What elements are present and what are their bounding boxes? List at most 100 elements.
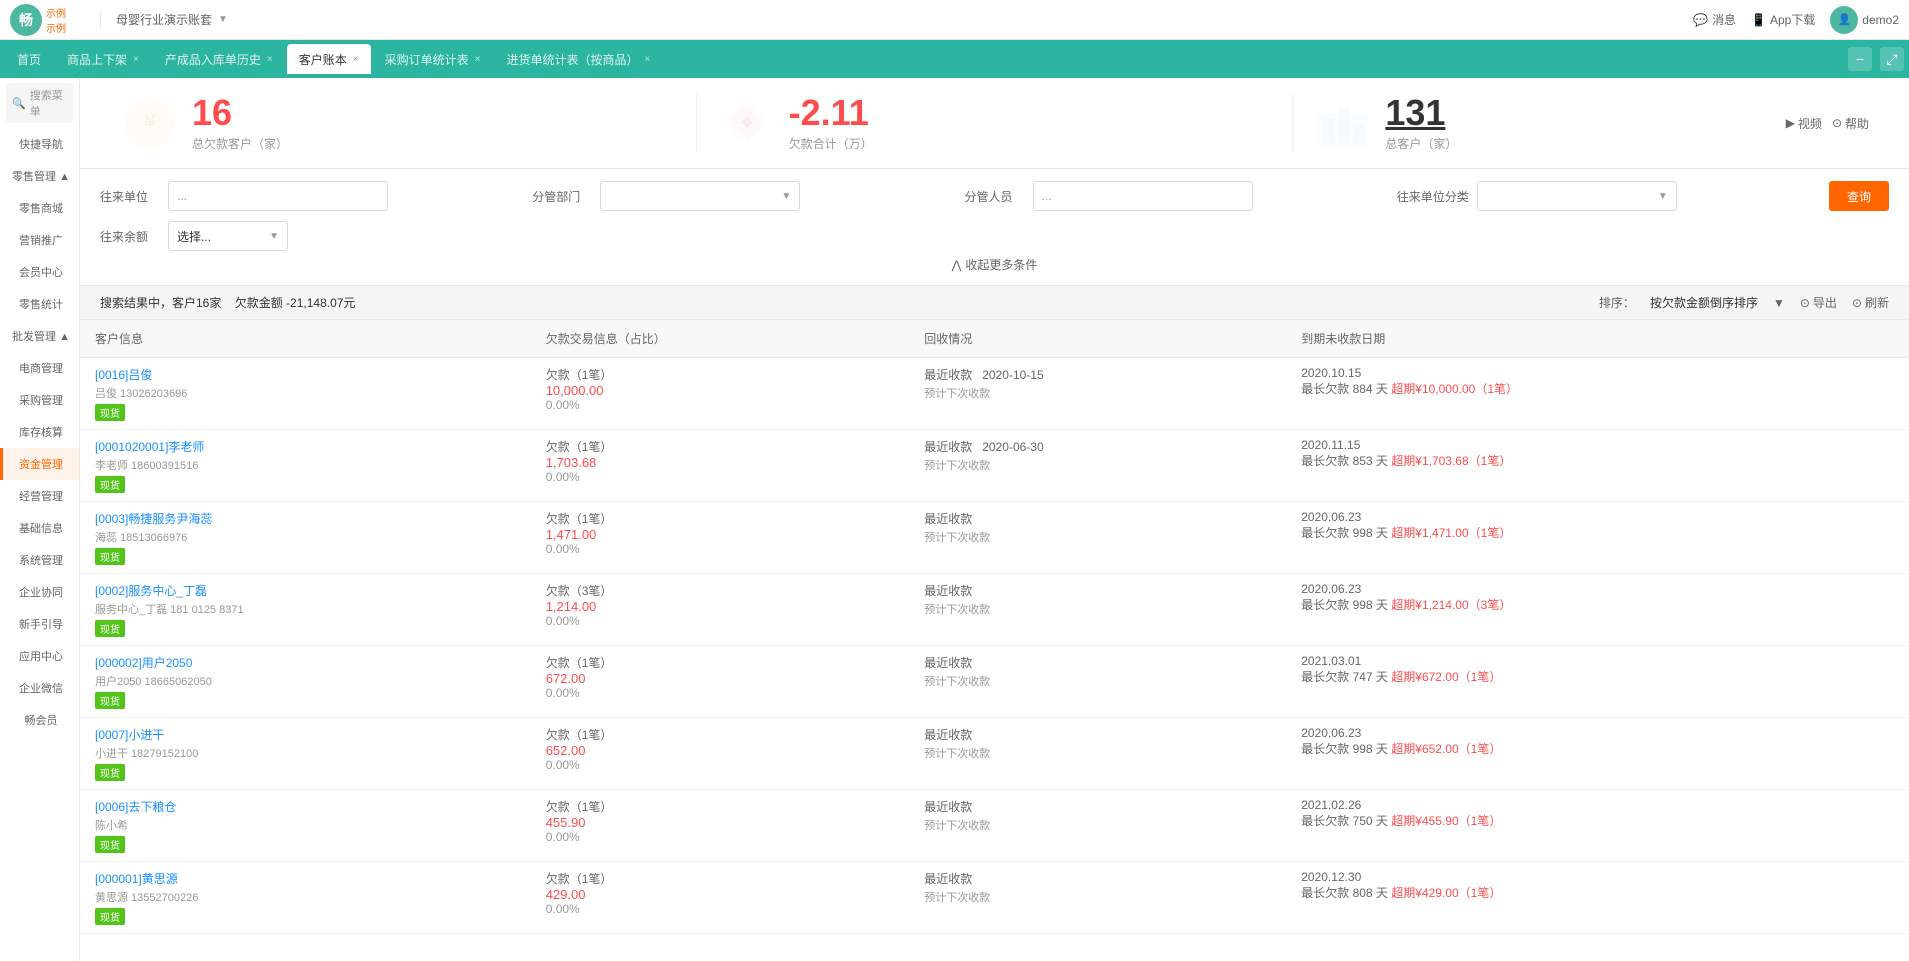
debt-percent-5: 0.00% [546, 758, 895, 772]
logo-icon: 畅 [10, 4, 42, 36]
sidebar-item-changhuy[interactable]: 畅会员 [0, 704, 79, 736]
overdue-link-4[interactable]: 超期¥672.00（1笔） [1391, 670, 1501, 684]
filter-wanglai-dots: ... [177, 189, 187, 203]
refresh-label: 刷新 [1865, 294, 1889, 311]
overdue-link-2[interactable]: 超期¥1,471.00（1笔） [1391, 526, 1511, 540]
tab-bar: 首页 商品上下架 × 产成品入库单历史 × 客户账本 × 采购订单统计表 × 进… [0, 40, 1909, 78]
customer-name-5[interactable]: [0007]小进干 [95, 726, 516, 743]
sidebar-item-qiyewx[interactable]: 企业微信 [0, 672, 79, 704]
filter-wanglai-input[interactable]: ... [168, 181, 388, 211]
overdue-link-3[interactable]: 超期¥1,214.00（3笔） [1391, 598, 1511, 612]
tab-home[interactable]: 首页 [5, 44, 53, 74]
sidebar-item-lingsht[interactable]: 零售统计 [0, 288, 79, 320]
refresh-btn[interactable]: ⊙ 刷新 [1852, 294, 1889, 311]
overdue-link-1[interactable]: 超期¥1,703.68（1笔） [1391, 454, 1511, 468]
filter-balance-arrow: ▼ [269, 231, 279, 242]
sidebar-item-yingxiao[interactable]: 营销推广 [0, 224, 79, 256]
filter-category-input[interactable]: ▼ [1477, 181, 1677, 211]
sidebar-item-jingying[interactable]: 经营管理 [0, 480, 79, 512]
tab-chanpin[interactable]: 产成品入库单历史 × [153, 44, 285, 74]
customer-name-0[interactable]: [0016]吕俊 [95, 366, 516, 383]
search-btn[interactable]: 查询 [1829, 181, 1889, 211]
overdue-link-6[interactable]: 超期¥455.90（1笔） [1391, 814, 1501, 828]
overdue-link-0[interactable]: 超期¥10,000.00（1笔） [1391, 382, 1518, 396]
help-btn[interactable]: ⊙ 帮助 [1832, 115, 1869, 132]
sidebar-item-jichu[interactable]: 基础信息 [0, 512, 79, 544]
customer-name-2[interactable]: [0003]畅捷服务尹海蕊 [95, 510, 516, 527]
sidebar-search[interactable]: 🔍 搜索菜单 [6, 83, 73, 123]
store-arrow: ▼ [218, 14, 228, 25]
tab-jinhuo[interactable]: 进货单统计表（按商品） × [494, 44, 662, 74]
recovery-next-0: 预计下次收款 [924, 385, 1271, 401]
sidebar-item-pifag[interactable]: 批发管理 ▲ [0, 320, 79, 352]
table-row: [0002]服务中心_丁磊 服务中心_丁磊 181 0125 8371 现货 欠… [80, 574, 1909, 646]
sort-arrow-icon: ▼ [1773, 296, 1785, 310]
table-container: 客户信息 欠款交易信息（占比） 回收情况 到期未收款日期 [0016]吕俊 吕俊… [80, 320, 1909, 961]
tab-maximize-btn[interactable]: ⤢ [1880, 47, 1904, 71]
user-avatar-area[interactable]: 👤 demo2 [1830, 6, 1899, 34]
filter-category: 往来单位分类 ▼ [1397, 181, 1814, 211]
view-btn[interactable]: ▶ 视频 [1786, 115, 1822, 132]
sidebar-item-kucun[interactable]: 库存核算 [0, 416, 79, 448]
tab-chanpin-close[interactable]: × [267, 54, 273, 65]
stat-number-2: -2.11 [789, 95, 873, 131]
logo-text: 示例示例 [46, 5, 66, 35]
sidebar-item-xinshou[interactable]: 新手引导 [0, 608, 79, 640]
recovery-last-3: 最近收款 [924, 582, 1271, 599]
store-selector[interactable]: 母婴行业演示账套 ▼ [100, 11, 1693, 28]
stat-card-3: 131 总客户（家） ▶ 视频 ⊙ 帮助 [1293, 93, 1889, 153]
avatar: 👤 [1830, 6, 1858, 34]
export-icon: ⊙ [1800, 296, 1810, 310]
tab-kehu-close[interactable]: × [353, 54, 359, 65]
customer-name-1[interactable]: [0001020001]李老师 [95, 438, 516, 455]
export-btn[interactable]: ⊙ 导出 [1800, 294, 1837, 311]
table-row: [0003]畅捷服务尹海蕊 海蕊 18513066976 现货 欠款（1笔） 1… [80, 502, 1909, 574]
col-duedate: 到期未收款日期 [1286, 320, 1909, 358]
cell-customer-6: [0006]去下粮仓 陈小希 现货 [80, 790, 531, 862]
sidebar-pifag-label: 批发管理 ▲ [12, 331, 70, 343]
filter-person-label: 分管人员 [965, 188, 1025, 205]
tab-minimize-btn[interactable]: − [1848, 47, 1872, 71]
main-table: 客户信息 欠款交易信息（占比） 回收情况 到期未收款日期 [0016]吕俊 吕俊… [80, 320, 1909, 934]
customer-name-4[interactable]: [000002]用户2050 [95, 654, 516, 671]
sidebar-item-dianshang[interactable]: 电商管理 [0, 352, 79, 384]
tab-caigou-close[interactable]: × [475, 54, 481, 65]
overdue-link-5[interactable]: 超期¥652.00（1笔） [1391, 742, 1501, 756]
customer-contact-0: 吕俊 13026203696 [95, 385, 516, 401]
app-download-btn[interactable]: 📱 App下载 [1751, 11, 1815, 28]
customer-contact-7: 黄思源 13552700226 [95, 889, 516, 905]
filter-dept-input[interactable]: ▼ [600, 181, 800, 211]
sidebar-item-xitong[interactable]: 系统管理 [0, 544, 79, 576]
sidebar-item-caigou[interactable]: 采购管理 [0, 384, 79, 416]
customer-name-7[interactable]: [000001]黄思源 [95, 870, 516, 887]
tab-caigou[interactable]: 采购订单统计表 × [373, 44, 493, 74]
customer-name-6[interactable]: [0006]去下粮仓 [95, 798, 516, 815]
debt-percent-4: 0.00% [546, 686, 895, 700]
debt-count-5: 欠款（1笔） [546, 726, 895, 743]
tab-shangpin-close[interactable]: × [133, 54, 139, 65]
tab-kehu[interactable]: 客户账本 × [287, 44, 371, 74]
overdue-link-7[interactable]: 超期¥429.00（1笔） [1391, 886, 1501, 900]
collapse-btn[interactable]: ⋀ 收起更多条件 [100, 256, 1889, 273]
stat-info-2: -2.11 欠款合计（万） [789, 95, 873, 152]
filter-person-input[interactable]: ... [1033, 181, 1253, 211]
message-btn[interactable]: 💬 消息 [1693, 11, 1736, 28]
sidebar-item-lingshout[interactable]: 零售管理 ▲ [0, 160, 79, 192]
sidebar-item-zijin[interactable]: 资金管理 [0, 448, 79, 480]
filter-row-2: 往来余额 选择... ▼ [100, 221, 1889, 251]
cell-customer-0: [0016]吕俊 吕俊 13026203696 现货 [80, 358, 531, 430]
stat-top-right: ▶ 视频 ⊙ 帮助 [1786, 115, 1869, 132]
sidebar-item-lingsc[interactable]: 零售商城 [0, 192, 79, 224]
sidebar-item-kuaijie[interactable]: 快捷导航 [0, 128, 79, 160]
sidebar-item-qiye[interactable]: 企业协同 [0, 576, 79, 608]
results-amount: 欠款金额 -21,148.07元 [235, 296, 356, 310]
tab-jinhuo-close[interactable]: × [644, 54, 650, 65]
recovery-last-0: 最近收款 2020-10-15 [924, 366, 1271, 383]
tab-shangpin[interactable]: 商品上下架 × [55, 44, 151, 74]
sort-value[interactable]: 按欠款金额倒序排序 [1650, 294, 1758, 311]
customer-name-3[interactable]: [0002]服务中心_丁磊 [95, 582, 516, 599]
sidebar-item-yingyong[interactable]: 应用中心 [0, 640, 79, 672]
sidebar-yingxiao-label: 营销推广 [19, 235, 63, 247]
sidebar-item-huiyuan[interactable]: 会员中心 [0, 256, 79, 288]
filter-balance-input[interactable]: 选择... ▼ [168, 221, 288, 251]
